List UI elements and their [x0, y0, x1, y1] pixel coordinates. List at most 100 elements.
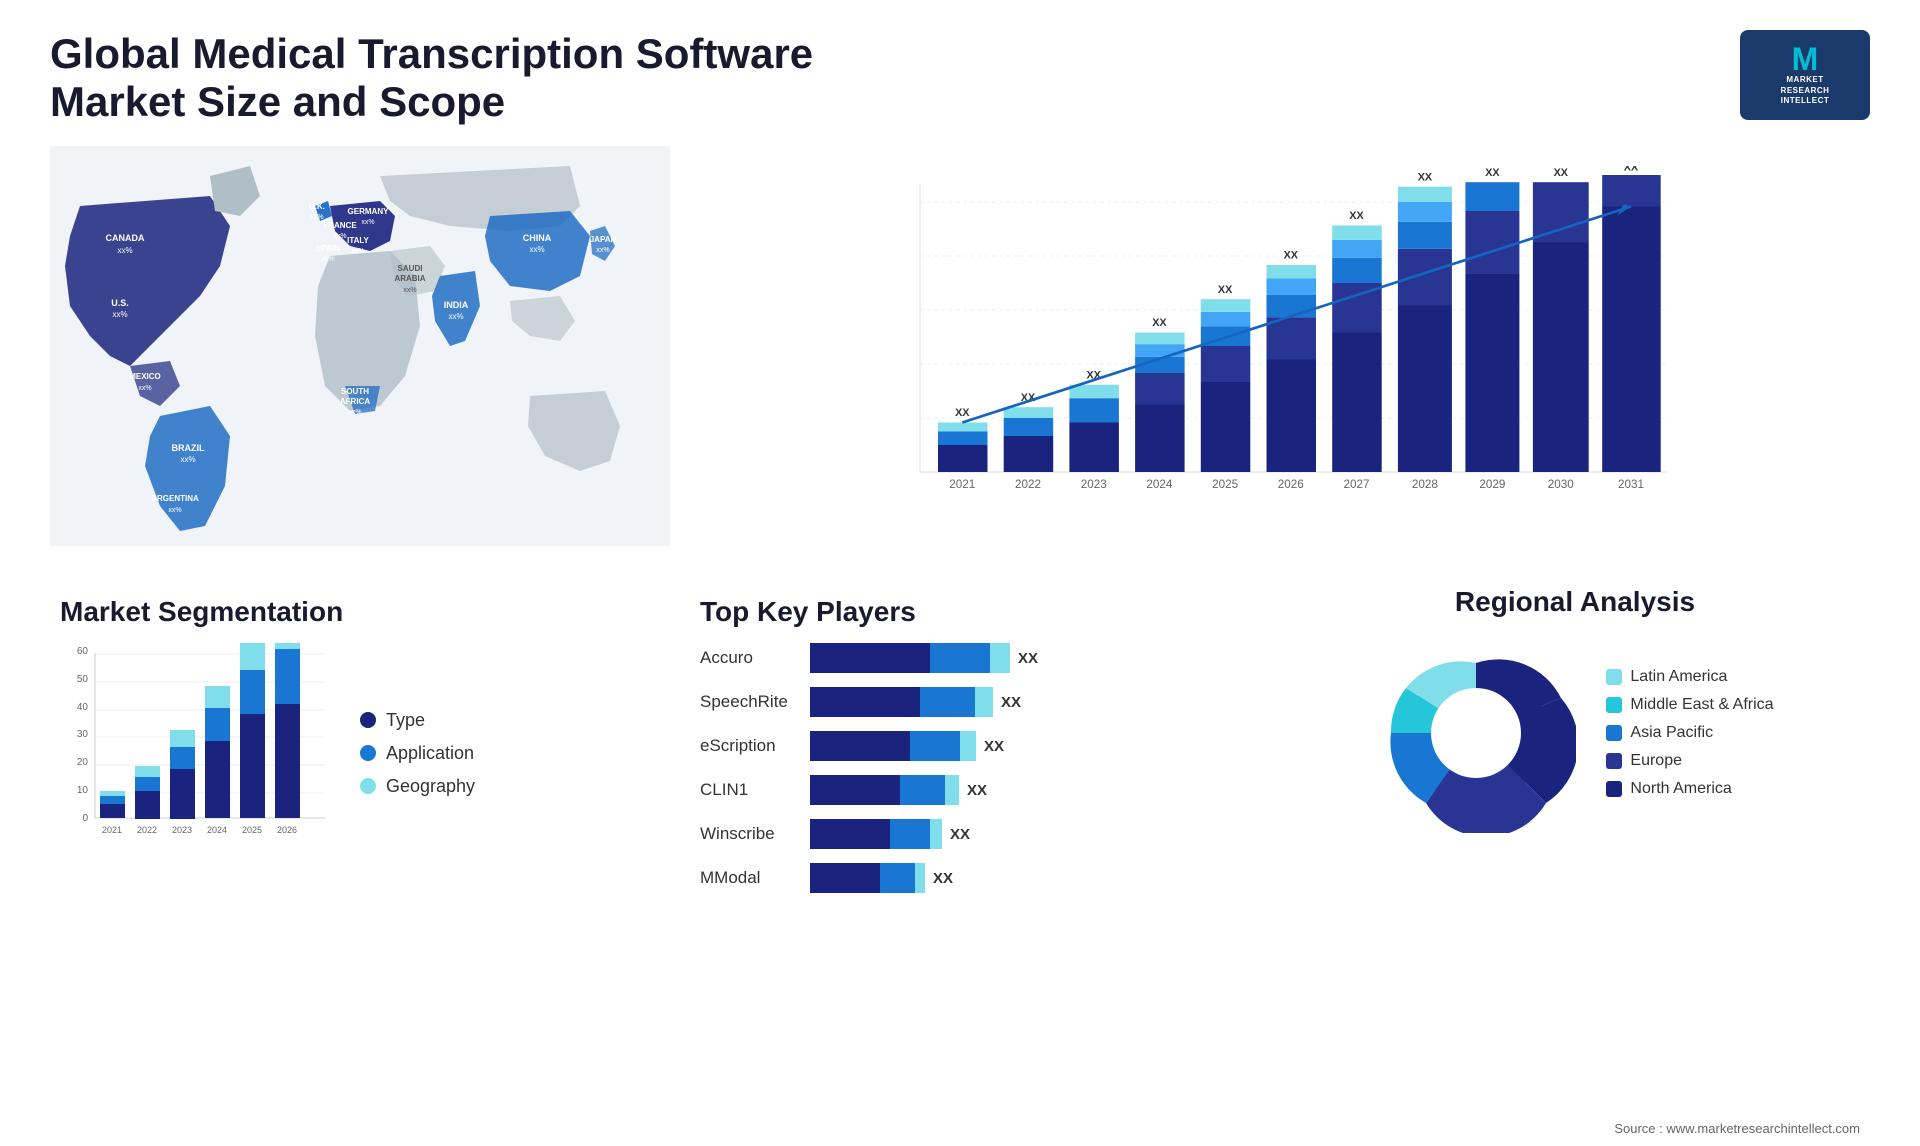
svg-text:xx%: xx% [596, 247, 609, 254]
player-xx-accuro: XX [1018, 650, 1038, 667]
player-name-winscribe: Winscribe [700, 824, 800, 844]
svg-text:xx%: xx% [138, 385, 151, 392]
svg-text:2030: 2030 [1548, 478, 1575, 491]
main-grid: CANADA xx% U.S. xx% MEXICO xx% BRAZIL xx… [50, 146, 1870, 1112]
svg-text:XX: XX [1554, 167, 1569, 179]
svg-text:MEXICO: MEXICO [129, 372, 161, 381]
bottom-center: Top Key Players Accuro XX SpeechRite [690, 586, 1870, 1112]
svg-text:2022: 2022 [1015, 478, 1041, 491]
legend-dot-application [360, 745, 376, 761]
svg-text:xx%: xx% [168, 507, 181, 514]
page-container: Global Medical Transcription Software Ma… [0, 0, 1920, 1146]
svg-text:XX: XX [1349, 210, 1364, 222]
svg-text:GERMANY: GERMANY [348, 207, 390, 216]
svg-text:SPAIN: SPAIN [316, 244, 340, 253]
svg-text:50: 50 [77, 674, 89, 685]
player-name-mmodal: MModal [700, 868, 800, 888]
source-text: Source : www.marketresearchintellect.com [1614, 1121, 1860, 1136]
player-bar-escription: XX [810, 731, 1270, 761]
svg-text:xx%: xx% [448, 312, 463, 321]
svg-text:2028: 2028 [1412, 478, 1438, 491]
svg-text:xx%: xx% [403, 287, 416, 294]
svg-text:0: 0 [82, 813, 88, 824]
player-bar-accuro: XX [810, 643, 1270, 673]
logo-area: M MARKETRESEARCHINTELLECT [1740, 30, 1870, 120]
svg-text:XX: XX [1218, 284, 1233, 296]
player-xx-escription: XX [984, 738, 1004, 755]
regional-dot-latin [1606, 669, 1622, 685]
player-row-clin1: CLIN1 XX [700, 775, 1270, 805]
segmentation-container: Market Segmentation 0 10 20 30 40 50 60 [50, 586, 670, 873]
donut-svg [1376, 633, 1576, 833]
regional-label-europe: Europe [1630, 752, 1682, 770]
svg-text:XX: XX [1418, 171, 1433, 183]
player-xx-speechrite: XX [1001, 694, 1021, 711]
svg-text:AFRICA: AFRICA [340, 397, 370, 406]
svg-text:2029: 2029 [1479, 478, 1505, 491]
svg-text:xx%: xx% [348, 409, 361, 416]
logo-m: M [1792, 43, 1819, 75]
svg-text:xx%: xx% [529, 245, 544, 254]
seg-chart-svg: 0 10 20 30 40 50 60 [60, 643, 340, 863]
svg-text:U.K.: U.K. [309, 202, 325, 211]
regional-legend-mea: Middle East & Africa [1606, 696, 1773, 714]
svg-text:xx%: xx% [361, 219, 374, 226]
player-name-speechrite: SpeechRite [700, 692, 800, 712]
legend-geography-label: Geography [386, 776, 475, 797]
regional-label-mea: Middle East & Africa [1630, 696, 1773, 714]
svg-text:xx%: xx% [180, 455, 195, 464]
svg-text:xx%: xx% [112, 310, 127, 319]
svg-text:2027: 2027 [1343, 478, 1369, 491]
donut-wrapper: Latin America Middle East & Africa Asia … [1376, 633, 1773, 833]
main-title: Global Medical Transcription Software Ma… [50, 30, 950, 126]
svg-text:2023: 2023 [172, 825, 192, 835]
bottom-section-left: Market Segmentation 0 10 20 30 40 50 60 [50, 586, 670, 1112]
bar-chart-svg: XX 2021 XX 2022 XX 2023 [710, 166, 1850, 526]
svg-text:60: 60 [77, 646, 89, 657]
legend-dot-geography [360, 778, 376, 794]
player-row-speechrite: SpeechRite XX [700, 687, 1270, 717]
players-container: Top Key Players Accuro XX SpeechRite [690, 586, 1280, 1112]
svg-text:XX: XX [955, 407, 970, 419]
regional-dot-na [1606, 781, 1622, 797]
regional-dot-asia [1606, 725, 1622, 741]
segmentation-title: Market Segmentation [60, 596, 660, 628]
legend-type: Type [360, 710, 475, 731]
svg-text:xx%: xx% [333, 233, 346, 240]
svg-text:JAPAN: JAPAN [590, 235, 617, 244]
svg-text:xx%: xx% [321, 256, 334, 263]
logo-box: M MARKETRESEARCHINTELLECT [1740, 30, 1870, 120]
svg-text:xx%: xx% [310, 214, 323, 221]
regional-area: Regional Analysis [1280, 586, 1870, 1112]
legend-geography: Geography [360, 776, 475, 797]
svg-text:XX: XX [1485, 167, 1500, 179]
svg-text:2022: 2022 [137, 825, 157, 835]
regional-label-asia: Asia Pacific [1630, 724, 1713, 742]
svg-text:FRANCE: FRANCE [323, 221, 357, 230]
regional-legend-na: North America [1606, 780, 1773, 798]
svg-text:CANADA: CANADA [106, 233, 145, 243]
player-bar-clin1: XX [810, 775, 1270, 805]
svg-text:U.S.: U.S. [111, 298, 129, 308]
svg-text:2023: 2023 [1081, 478, 1107, 491]
player-xx-winscribe: XX [950, 826, 970, 843]
svg-text:2025: 2025 [1212, 478, 1239, 491]
legend-dot-type [360, 712, 376, 728]
regional-dot-europe [1606, 753, 1622, 769]
player-row-escription: eScription XX [700, 731, 1270, 761]
svg-text:ARABIA: ARABIA [394, 274, 425, 283]
regional-legend-asia: Asia Pacific [1606, 724, 1773, 742]
logo-text: MARKETRESEARCHINTELLECT [1781, 75, 1830, 106]
svg-text:xx%: xx% [117, 246, 132, 255]
regional-title: Regional Analysis [1455, 586, 1695, 618]
player-name-escription: eScription [700, 736, 800, 756]
regional-dot-mea [1606, 697, 1622, 713]
svg-text:2021: 2021 [102, 825, 122, 835]
map-area: CANADA xx% U.S. xx% MEXICO xx% BRAZIL xx… [50, 146, 670, 566]
player-row-accuro: Accuro XX [700, 643, 1270, 673]
legend-type-label: Type [386, 710, 425, 731]
player-bar-mmodal: XX [810, 863, 1270, 893]
svg-text:2024: 2024 [1146, 478, 1173, 491]
seg-legend: Type Application Geography [360, 710, 475, 797]
regional-label-na: North America [1630, 780, 1731, 798]
